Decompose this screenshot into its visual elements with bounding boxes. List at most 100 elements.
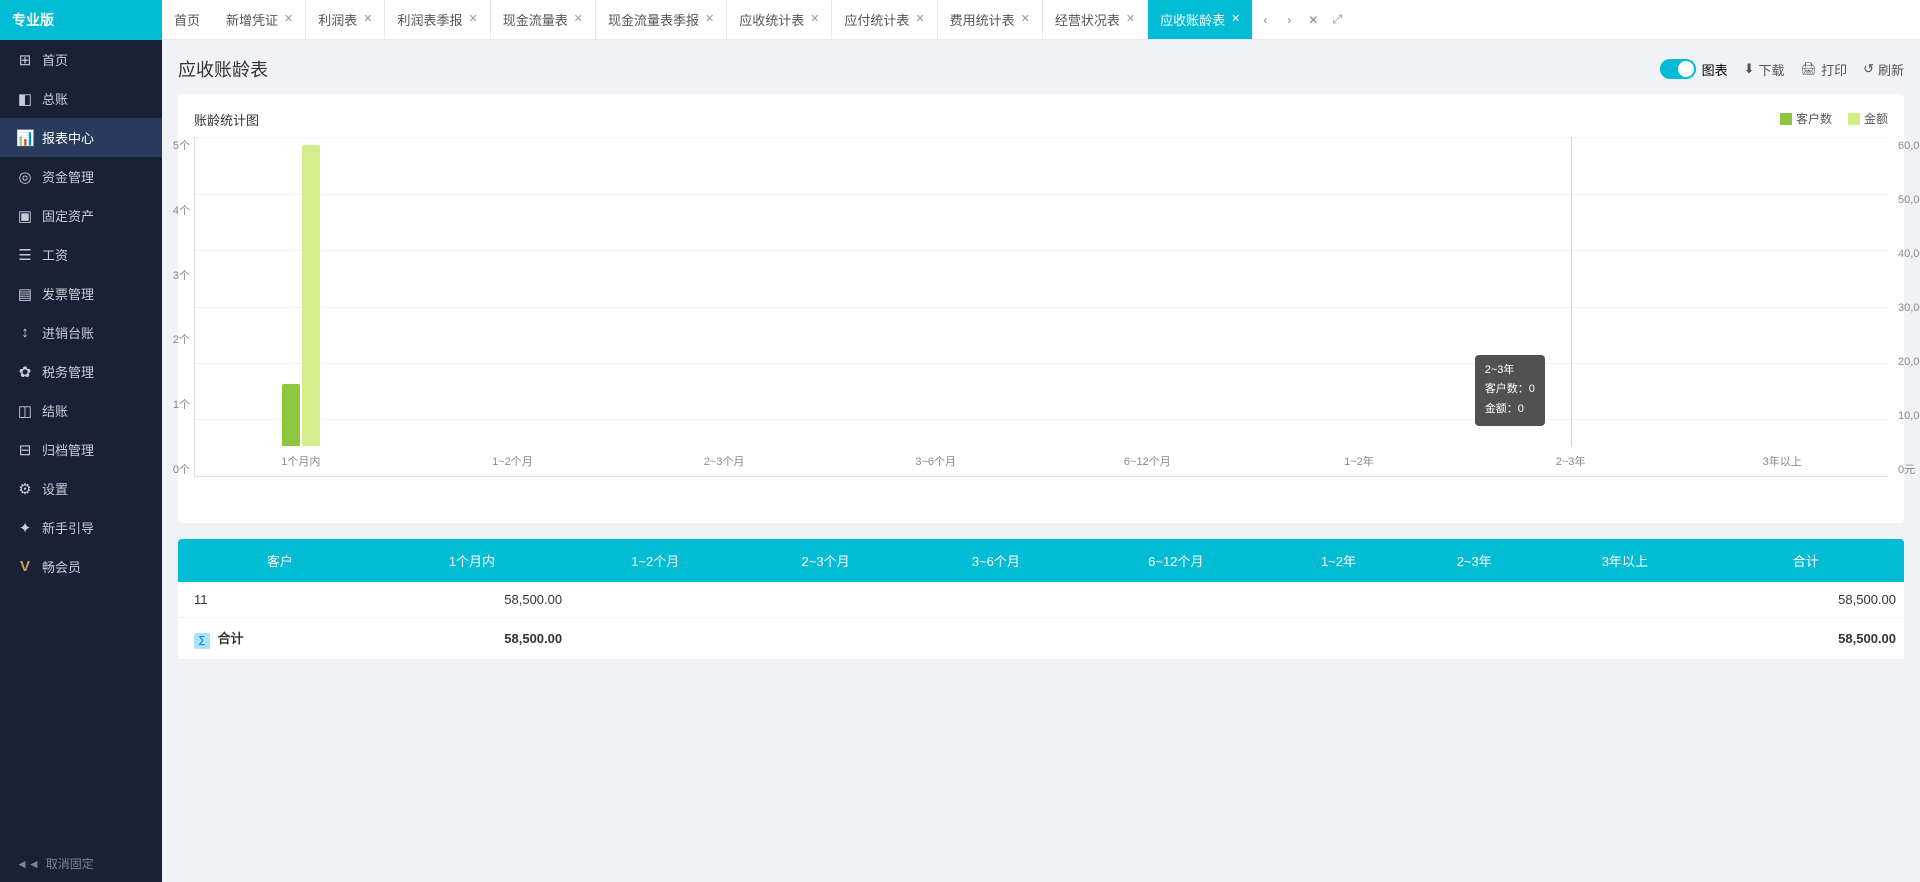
tab-profit-quarter[interactable]: 利润表季报 ✕ [385,0,490,40]
chart-tooltip: 2~3年 客户数：0 金额：0 [1475,355,1545,426]
total-icon: ∑ [194,633,210,649]
print-icon: 🖨 [1801,61,1818,77]
tab-close-all-button[interactable]: ✕ [1301,0,1325,40]
tab-next-button[interactable]: › [1277,0,1301,40]
sidebar-item-vip[interactable]: V 畅会员 [0,547,162,586]
tab-close-ap-stat[interactable]: ✕ [915,14,924,25]
sales-icon: ↕ [16,324,34,341]
legend-amount-dot [1848,113,1860,125]
cell-total-y3plus [1542,618,1707,660]
col-header-y23: 2~3年 [1406,539,1542,582]
bar-group-0 [195,137,407,446]
reports-icon: 📊 [16,129,34,147]
tab-profit[interactable]: 利润表 ✕ [306,0,385,40]
invoice-icon: ▤ [16,285,34,303]
col-header-m23: 2~3个月 [740,539,910,582]
sidebar-item-salary[interactable]: ☰ 工资 [0,235,162,274]
tab-close-biz-stat[interactable]: ✕ [1126,14,1135,25]
tab-expand-button[interactable]: ⤢ [1325,0,1349,40]
cell-y3plus [1542,582,1707,618]
col-header-y3plus: 3年以上 [1542,539,1707,582]
col-header-customer: 客户 [178,539,374,582]
x-label-5: 1~2年 [1253,446,1465,476]
page-title: 应收账龄表 [178,56,268,82]
tab-prev-button[interactable]: ‹ [1253,0,1277,40]
app-logo: 专业版 [0,0,162,40]
sidebar-item-sales[interactable]: ↕ 进销台账 [0,313,162,352]
tab-cashflow-quarter[interactable]: 现金流量表季报 ✕ [596,0,727,40]
x-label-0: 1个月内 [195,446,407,476]
tooltip-customers: 客户数：0 [1485,380,1535,400]
sidebar-item-funds[interactable]: ◎ 资金管理 [0,157,162,196]
x-label-2: 2~3个月 [618,446,830,476]
pin-icon: ◄◄ [16,857,40,871]
cell-total-label: ∑ 合计 [178,618,374,660]
sidebar-item-settings[interactable]: ⚙ 设置 [0,469,162,508]
cell-m23 [740,582,910,618]
sidebar-item-reports[interactable]: 📊 报表中心 [0,118,162,157]
bar-group-2 [618,137,830,446]
tab-close-profit-quarter[interactable]: ✕ [469,14,478,25]
col-header-y12: 1~2年 [1271,539,1407,582]
main-panel: 首页 新增凭证 ✕ 利润表 ✕ 利润表季报 ✕ 现金流量表 ✕ 现金流量表季报 … [162,0,1920,882]
print-button[interactable]: 🖨 打印 [1801,60,1848,79]
sidebar-item-ledger[interactable]: ◧ 总账 [0,79,162,118]
sidebar-item-tax[interactable]: ✿ 税务管理 [0,352,162,391]
header-actions: 图表 ⬇ 下载 🖨 打印 ↺ 刷新 [1660,59,1904,79]
chart-title: 账龄统计图 [194,110,1888,129]
table-row: 11 58,500.00 58,500.00 [178,582,1904,618]
gear-icon: ⚙ [16,480,34,498]
sidebar-item-assets[interactable]: ▣ 固定资产 [0,196,162,235]
tab-biz-stat[interactable]: 经营状况表 ✕ [1043,0,1148,40]
col-header-m36: 3~6个月 [911,539,1081,582]
tab-home[interactable]: 首页 [166,0,214,40]
x-label-1: 1~2个月 [407,446,619,476]
sidebar-item-invoice[interactable]: ▤ 发票管理 [0,274,162,313]
home-icon: ⊞ [16,51,34,69]
refresh-button[interactable]: ↺ 刷新 [1863,60,1904,79]
bar-amount-0 [302,145,320,446]
tab-cashflow[interactable]: 现金流量表 ✕ [491,0,596,40]
sidebar-item-home[interactable]: ⊞ 首页 [0,40,162,79]
cell-total-m12 [570,618,740,660]
tab-ar-stat[interactable]: 应收统计表 ✕ [727,0,832,40]
toggle-track[interactable] [1660,59,1696,79]
tooltip-amount: 金额：0 [1485,400,1535,420]
x-label-6: 2~3年 [1465,446,1677,476]
tab-close-ar-stat[interactable]: ✕ [810,14,819,25]
bar-customers-0 [282,384,300,446]
toggle-pin-button[interactable]: ◄◄ 取消固定 [0,845,162,882]
col-header-m612: 6~12个月 [1081,539,1271,582]
tab-close-expense-stat[interactable]: ✕ [1021,14,1030,25]
salary-icon: ☰ [16,246,34,264]
tab-close-cashflow-quarter[interactable]: ✕ [705,14,714,25]
data-table: 客户 1个月内 1~2个月 2~3个月 3~6个月 6~12个月 1~2年 2~… [178,539,1904,660]
download-button[interactable]: ⬇ 下载 [1744,60,1785,79]
tab-ar-aging[interactable]: 应收账龄表 ✕ [1148,0,1253,40]
x-label-7: 3年以上 [1676,446,1888,476]
tab-ap-stat[interactable]: 应付统计表 ✕ [832,0,937,40]
chart-inner: 2~3年 客户数：0 金额：0 1个月内 1~2个月 2~3个月 3~6个月 [194,137,1888,477]
sidebar-item-guide[interactable]: ✦ 新手引导 [0,508,162,547]
chart-toggle[interactable]: 图表 [1660,59,1728,79]
bar-group-3 [830,137,1042,446]
cell-y23 [1406,582,1542,618]
col-header-m1: 1个月内 [374,539,570,582]
vip-icon: V [16,558,34,575]
tab-close-cashflow[interactable]: ✕ [574,14,583,25]
cell-m1: 58,500.00 [374,582,570,618]
sidebar-item-close[interactable]: ◫ 结账 [0,391,162,430]
tab-close-profit[interactable]: ✕ [363,14,372,25]
legend-amount: 金额 [1848,110,1888,127]
download-icon: ⬇ [1744,61,1755,77]
tab-voucher[interactable]: 新增凭证 ✕ [214,0,306,40]
archive-icon: ⊟ [16,441,34,459]
x-label-4: 6~12个月 [1042,446,1254,476]
table-total-row: ∑ 合计 58,500.00 58,500.00 [178,618,1904,660]
tab-expense-stat[interactable]: 费用统计表 ✕ [938,0,1043,40]
cell-m612 [1081,582,1271,618]
tab-close-voucher[interactable]: ✕ [284,14,293,25]
tab-close-ar-aging[interactable]: ✕ [1231,14,1240,25]
sidebar-item-archive[interactable]: ⊟ 归档管理 [0,430,162,469]
bar-group-6: 2~3年 客户数：0 金额：0 [1465,137,1677,446]
